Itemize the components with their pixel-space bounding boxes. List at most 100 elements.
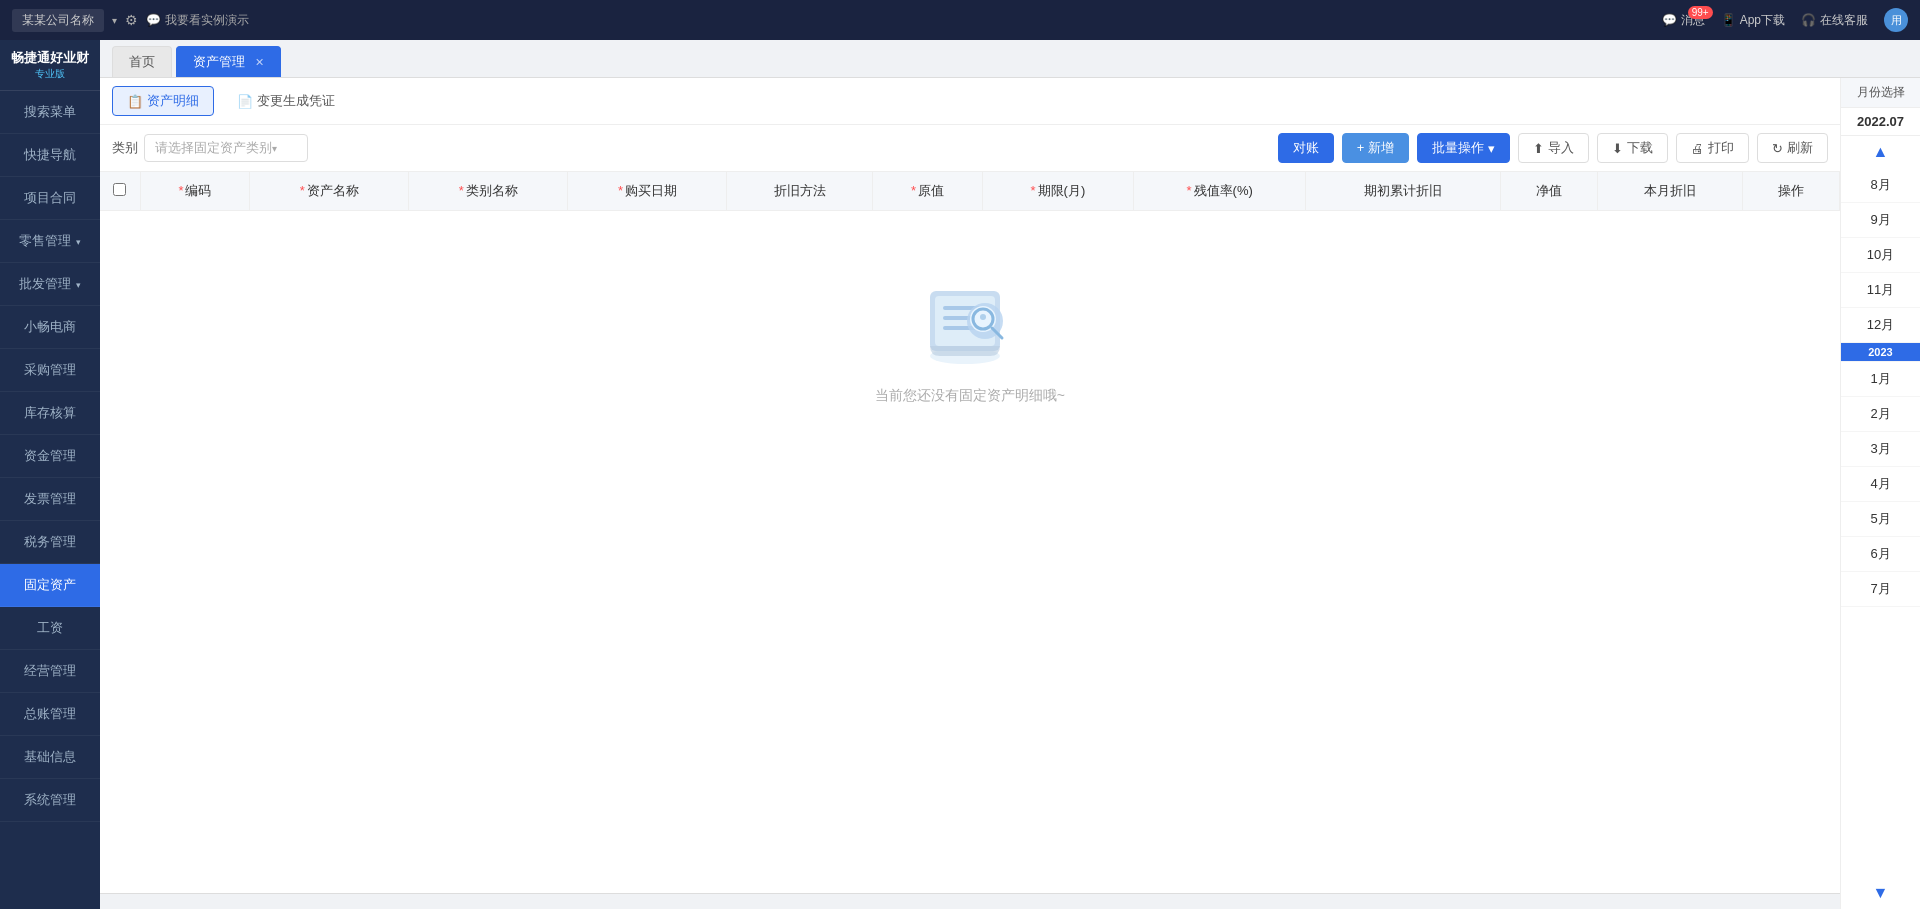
refresh-icon: ↻ (1772, 141, 1783, 156)
main-layout: 畅捷通好业财 专业版 搜索菜单 快捷导航 项目合同 零售管理 ▾ 批发管理 ▾ … (0, 40, 1920, 909)
col-net-value: 净值 (1501, 172, 1597, 211)
category-select[interactable]: 请选择固定资产类别 ▾ (144, 134, 308, 162)
company-name[interactable]: 某某公司名称 (12, 9, 104, 32)
message-button[interactable]: 💬 消息 99+ (1662, 12, 1705, 29)
print-icon: 🖨 (1691, 141, 1704, 156)
sidebar-item-retail[interactable]: 零售管理 ▾ (0, 220, 100, 263)
online-service-button[interactable]: 🎧 在线客服 (1801, 12, 1868, 29)
import-button[interactable]: ⬆ 导入 (1518, 133, 1589, 163)
assets-table: *编码 *资产名称 *类别名称 *购买日期 折旧方法 *原值 *期限(月) *残… (100, 172, 1840, 465)
duizhang-button[interactable]: 对账 (1278, 133, 1334, 163)
sidebar-item-salary[interactable]: 工资 (0, 607, 100, 650)
month-item-5[interactable]: 5月 (1841, 502, 1920, 537)
svg-point-10 (980, 314, 986, 320)
sidebar-item-ecommerce[interactable]: 小畅电商 (0, 306, 100, 349)
settings-icon[interactable]: ⚙ (125, 12, 138, 28)
month-item-3[interactable]: 3月 (1841, 432, 1920, 467)
category-filter: 类别 请选择固定资产类别 ▾ (112, 134, 308, 162)
download-icon: ⬇ (1612, 141, 1623, 156)
col-accumulated-depreciation: 期初累计折旧 (1306, 172, 1501, 211)
asset-detail-label: 资产明细 (147, 92, 199, 110)
sidebar-item-finance[interactable]: 资金管理 (0, 435, 100, 478)
month-nav-up: ▲ (1841, 136, 1920, 168)
sidebar-item-search[interactable]: 搜索菜单 (0, 91, 100, 134)
month-nav-up-button[interactable]: ▲ (1869, 140, 1893, 164)
month-item-11[interactable]: 11月 (1841, 273, 1920, 308)
year-badge-2023: 2023 (1841, 343, 1920, 362)
tab-asset-management[interactable]: 资产管理 ✕ (176, 46, 281, 77)
sidebar-item-invoice[interactable]: 发票管理 (0, 478, 100, 521)
tab-close-icon[interactable]: ✕ (255, 56, 264, 68)
month-item-6[interactable]: 6月 (1841, 537, 1920, 572)
bottom-scrollbar[interactable] (100, 893, 1840, 909)
content-area: 首页 资产管理 ✕ 📋 资产明细 📄 变更生成凭证 (100, 40, 1920, 909)
batch-button[interactable]: 批量操作 ▾ (1417, 133, 1510, 163)
sub-tab-bar: 📋 资产明细 📄 变更生成凭证 (100, 78, 1840, 125)
sidebar-item-ledger[interactable]: 总账管理 (0, 693, 100, 736)
month-panel-title: 月份选择 (1841, 78, 1920, 108)
sidebar-item-basic-info[interactable]: 基础信息 (0, 736, 100, 779)
headset-icon: 🎧 (1801, 13, 1816, 27)
month-item-2[interactable]: 2月 (1841, 397, 1920, 432)
sidebar-item-wholesale[interactable]: 批发管理 ▾ (0, 263, 100, 306)
selected-month-display: 2022.07 (1841, 108, 1920, 136)
month-item-4[interactable]: 4月 (1841, 467, 1920, 502)
month-panel: 月份选择 2022.07 ▲ 8月 9月 10月 11月 12月 2023 1月… (1840, 78, 1920, 909)
table-container: *编码 *资产名称 *类别名称 *购买日期 折旧方法 *原值 *期限(月) *残… (100, 172, 1840, 893)
sub-tab-asset-detail[interactable]: 📋 资产明细 (112, 86, 214, 116)
col-depreciation-method: 折旧方法 (727, 172, 873, 211)
sidebar-item-project[interactable]: 项目合同 (0, 177, 100, 220)
message-icon: 💬 (1662, 13, 1677, 27)
sub-tab-change-voucher[interactable]: 📄 变更生成凭证 (222, 86, 350, 116)
app-download-button[interactable]: 📱 App下载 (1721, 12, 1785, 29)
month-nav-down: ▼ (1841, 877, 1920, 909)
month-item-9[interactable]: 9月 (1841, 203, 1920, 238)
col-purchase-date: *购买日期 (568, 172, 727, 211)
download-button[interactable]: ⬇ 下载 (1597, 133, 1668, 163)
demo-link[interactable]: 💬 我要看实例演示 (146, 12, 249, 29)
app-title: 畅捷通好业财 (8, 50, 92, 67)
main-panel: 📋 资产明细 📄 变更生成凭证 类别 请选择固定资产类别 (100, 78, 1840, 909)
user-avatar[interactable]: 用 (1884, 8, 1908, 32)
table-header-checkbox (100, 172, 140, 211)
empty-text: 当前您还没有固定资产明细哦~ (875, 387, 1065, 405)
select-all-checkbox[interactable] (113, 183, 126, 196)
top-bar-right: 💬 消息 99+ 📱 App下载 🎧 在线客服 用 (1662, 8, 1908, 32)
month-item-1[interactable]: 1月 (1841, 362, 1920, 397)
col-original-value: *原值 (873, 172, 983, 211)
message-badge: 99+ (1688, 6, 1713, 19)
download-label: 下载 (1627, 139, 1653, 157)
page-content: 📋 资产明细 📄 变更生成凭证 类别 请选择固定资产类别 (100, 78, 1920, 909)
print-button[interactable]: 🖨 打印 (1676, 133, 1749, 163)
sidebar-logo: 畅捷通好业财 专业版 (0, 40, 100, 91)
category-label: 类别 (112, 139, 138, 157)
refresh-label: 刷新 (1787, 139, 1813, 157)
col-monthly-depreciation: 本月折旧 (1597, 172, 1743, 211)
month-item-7[interactable]: 7月 (1841, 572, 1920, 607)
sidebar-item-purchase[interactable]: 采购管理 (0, 349, 100, 392)
col-period: *期限(月) (982, 172, 1133, 211)
toolbar: 类别 请选择固定资产类别 ▾ 对账 + 新增 批量操作 ▾ (100, 125, 1840, 172)
refresh-button[interactable]: ↻ 刷新 (1757, 133, 1828, 163)
sidebar: 畅捷通好业财 专业版 搜索菜单 快捷导航 项目合同 零售管理 ▾ 批发管理 ▾ … (0, 40, 100, 909)
sidebar-item-fixed-assets[interactable]: 固定资产 (0, 564, 100, 607)
empty-illustration (910, 271, 1030, 371)
month-nav-down-button[interactable]: ▼ (1869, 881, 1893, 905)
month-item-8[interactable]: 8月 (1841, 168, 1920, 203)
demo-link-text: 我要看实例演示 (165, 12, 249, 29)
month-item-10[interactable]: 10月 (1841, 238, 1920, 273)
add-button[interactable]: + 新增 (1342, 133, 1409, 163)
company-dropdown-icon[interactable]: ▾ (112, 15, 117, 26)
sidebar-item-tax[interactable]: 税务管理 (0, 521, 100, 564)
sidebar-item-inventory[interactable]: 库存核算 (0, 392, 100, 435)
app-download-label: App下载 (1740, 12, 1785, 29)
sidebar-item-quicknav[interactable]: 快捷导航 (0, 134, 100, 177)
app-download-icon: 📱 (1721, 13, 1736, 27)
sidebar-item-system[interactable]: 系统管理 (0, 779, 100, 822)
import-label: 导入 (1548, 139, 1574, 157)
sidebar-item-operations[interactable]: 经营管理 (0, 650, 100, 693)
tab-home[interactable]: 首页 (112, 46, 172, 77)
month-item-12[interactable]: 12月 (1841, 308, 1920, 343)
online-service-label: 在线客服 (1820, 12, 1868, 29)
demo-link-icon: 💬 (146, 13, 161, 27)
